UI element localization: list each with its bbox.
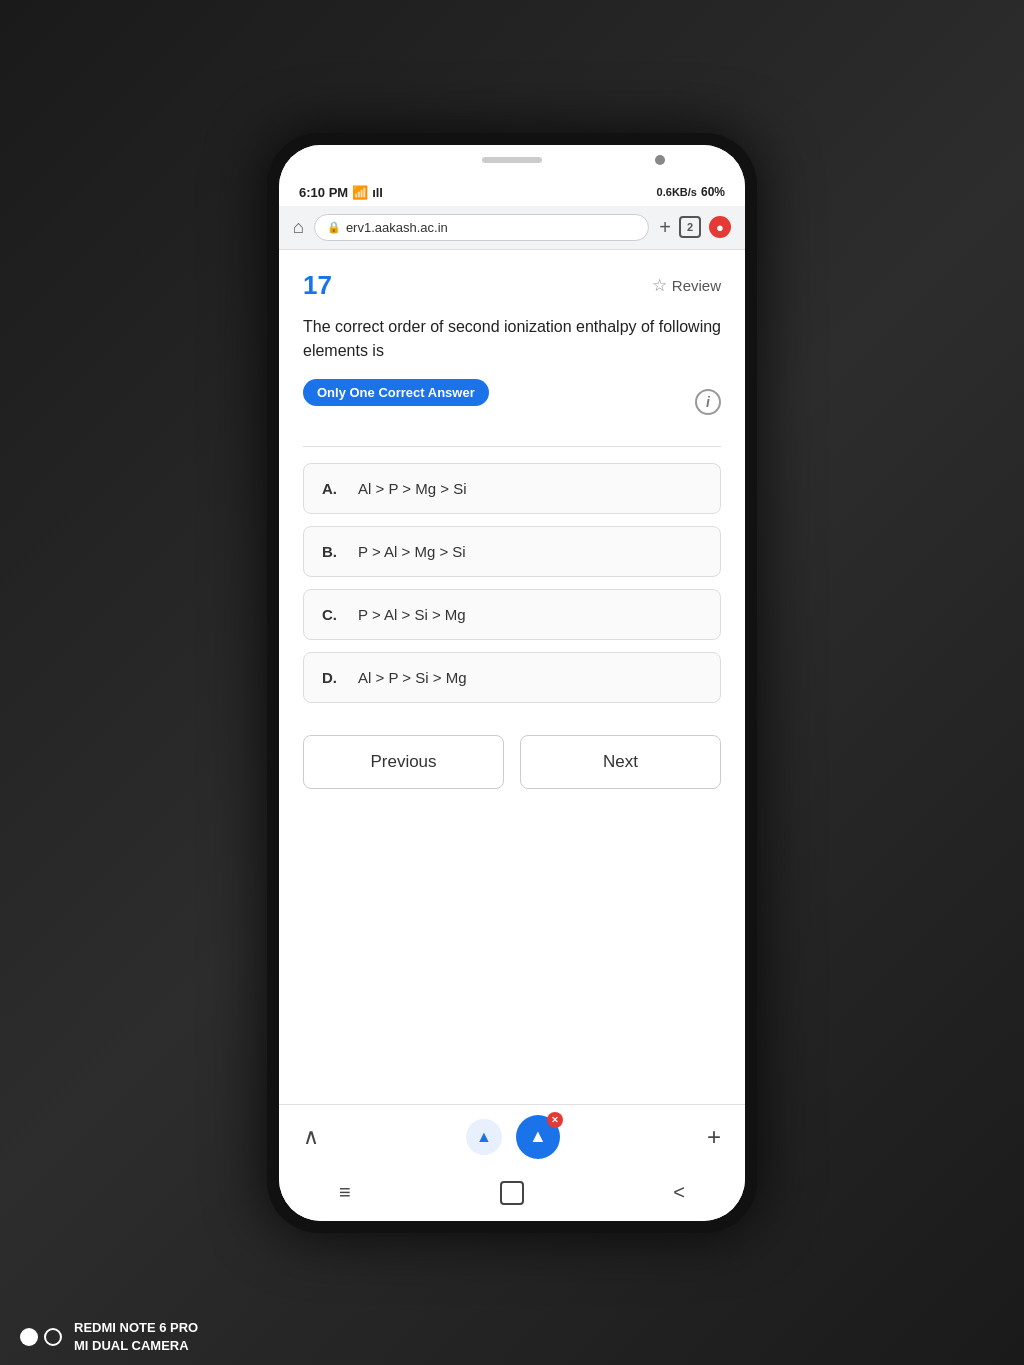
camera-line1: REDMI NOTE 6 PRO: [74, 1319, 198, 1337]
question-number: 17: [303, 270, 332, 301]
review-button[interactable]: ☆ Review: [652, 275, 721, 296]
option-b-text: P > Al > Mg > Si: [358, 543, 466, 560]
battery-display: 60%: [701, 185, 725, 199]
up-arrow-icon[interactable]: ∧: [303, 1124, 319, 1150]
camera-line2: MI DUAL CAMERA: [74, 1337, 198, 1355]
plus-icon[interactable]: +: [707, 1123, 721, 1151]
next-button[interactable]: Next: [520, 735, 721, 789]
dot-outline: [44, 1328, 62, 1346]
time-display: 6:10 PM: [299, 185, 348, 200]
option-a-label: A.: [322, 480, 344, 497]
wifi-icon: 📶: [352, 185, 368, 200]
url-bar[interactable]: 🔒 erv1.aakash.ac.in: [314, 214, 649, 241]
question-header: 17 ☆ Review: [303, 270, 721, 301]
phone-notch: [279, 145, 745, 175]
question-text: The correct order of second ionization e…: [303, 315, 721, 363]
close-button[interactable]: ●: [709, 216, 731, 238]
option-c-label: C.: [322, 606, 344, 623]
review-label: Review: [672, 277, 721, 294]
add-tab-icon[interactable]: +: [659, 216, 671, 239]
home-button[interactable]: [500, 1181, 524, 1205]
answer-type-badge: Only One Correct Answer: [303, 379, 489, 406]
quiz-content: 17 ☆ Review The correct order of second …: [279, 250, 745, 1104]
url-text: erv1.aakash.ac.in: [346, 220, 448, 235]
front-camera: [655, 155, 665, 165]
home-icon[interactable]: ⌂: [293, 217, 304, 238]
divider: [303, 446, 721, 447]
active-icon-symbol: ▲: [529, 1126, 547, 1147]
option-a-text: Al > P > Mg > Si: [358, 480, 467, 497]
speed-display: 0.6KB/s: [657, 186, 697, 198]
status-bar: 6:10 PM 📶 ıll 0.6KB/s 60%: [279, 175, 745, 206]
camera-dots: [20, 1328, 62, 1346]
option-c-text: P > Al > Si > Mg: [358, 606, 466, 623]
nav-buttons: Previous Next: [303, 735, 721, 799]
option-d-text: Al > P > Si > Mg: [358, 669, 467, 686]
lock-icon: 🔒: [327, 221, 341, 234]
star-icon: ☆: [652, 275, 667, 296]
toolbar-icons: ▲ ▲ ✕: [466, 1115, 560, 1159]
watermark: REDMI NOTE 6 PRO MI DUAL CAMERA: [0, 1309, 1024, 1365]
menu-icon[interactable]: ≡: [339, 1181, 351, 1204]
option-d-label: D.: [322, 669, 344, 686]
android-nav-bar: ≡ <: [279, 1169, 745, 1221]
option-d[interactable]: D. Al > P > Si > Mg: [303, 652, 721, 703]
speaker-grille: [482, 157, 542, 163]
option-b[interactable]: B. P > Al > Mg > Si: [303, 526, 721, 577]
option-b-label: B.: [322, 543, 344, 560]
signal-icon: ıll: [372, 185, 383, 200]
dot-filled: [20, 1328, 38, 1346]
notification-badge: ✕: [547, 1112, 563, 1128]
back-icon[interactable]: <: [673, 1181, 685, 1204]
camera-text: REDMI NOTE 6 PRO MI DUAL CAMERA: [74, 1319, 198, 1355]
browser-bar: ⌂ 🔒 erv1.aakash.ac.in + 2 ●: [279, 206, 745, 250]
option-a[interactable]: A. Al > P > Mg > Si: [303, 463, 721, 514]
info-icon[interactable]: i: [695, 389, 721, 415]
active-icon[interactable]: ▲ ✕: [516, 1115, 560, 1159]
tab-count[interactable]: 2: [679, 216, 701, 238]
previous-button[interactable]: Previous: [303, 735, 504, 789]
bookmark-icon[interactable]: ▲: [466, 1119, 502, 1155]
option-c[interactable]: C. P > Al > Si > Mg: [303, 589, 721, 640]
bottom-toolbar: ∧ ▲ ▲ ✕ +: [279, 1104, 745, 1169]
